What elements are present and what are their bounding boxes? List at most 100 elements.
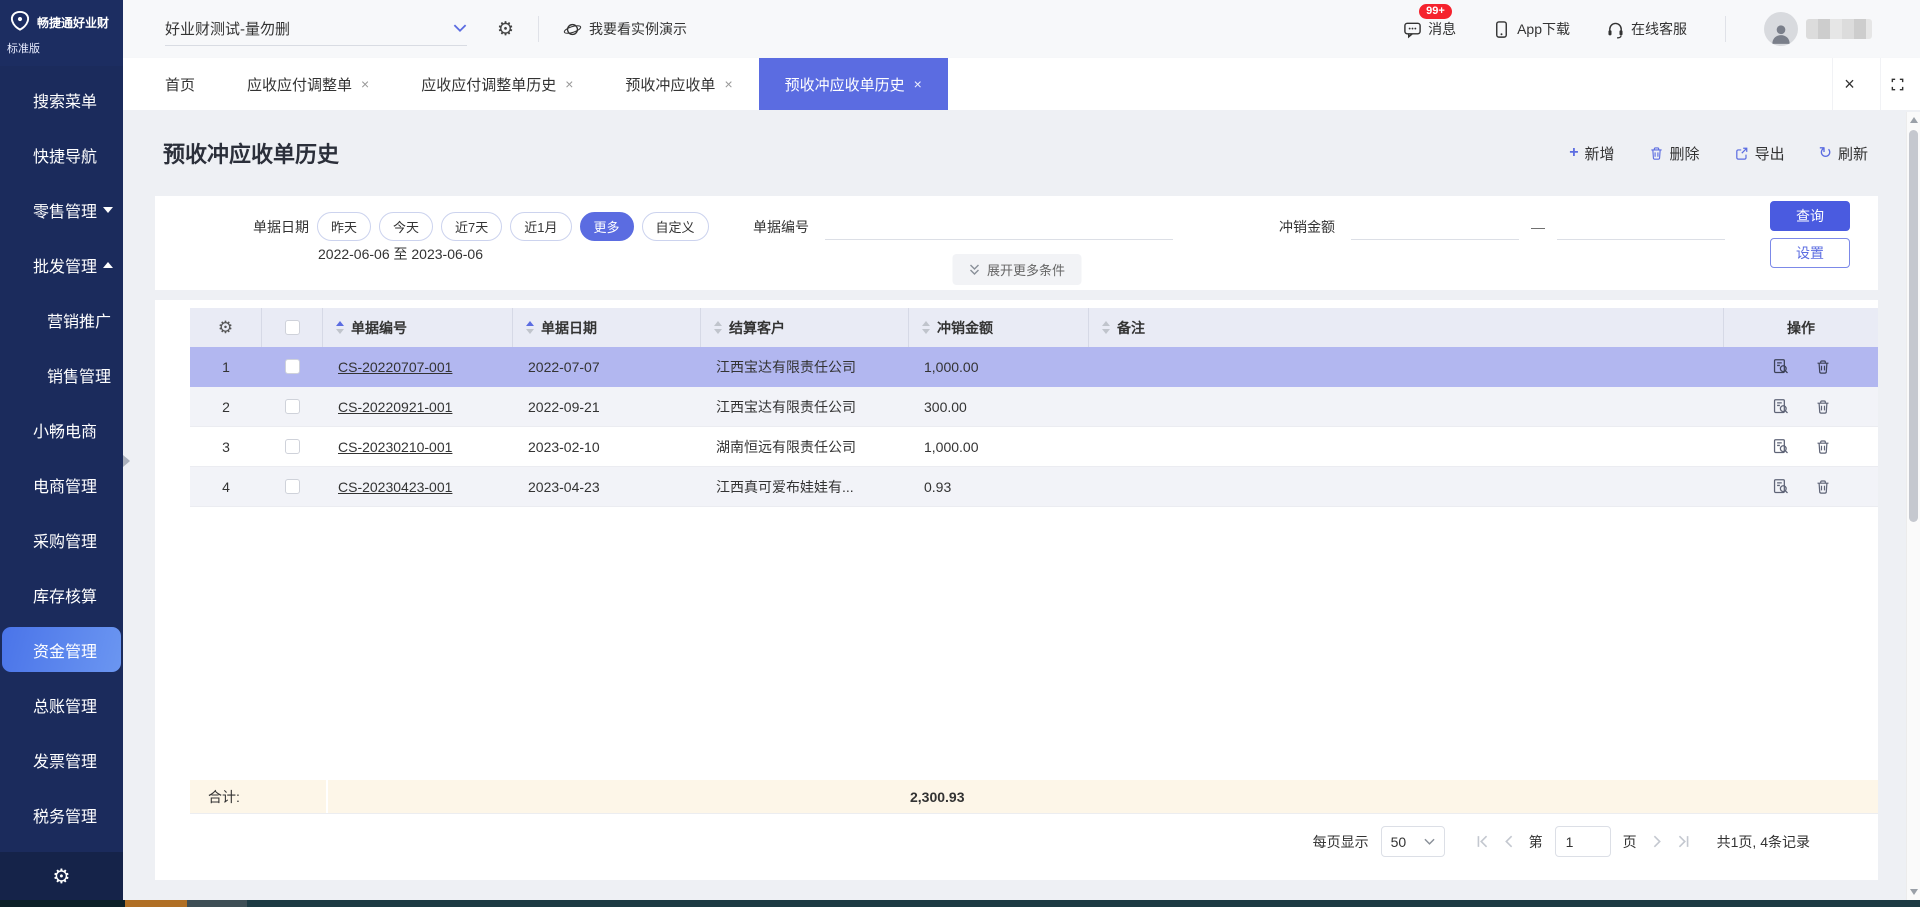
col-amount[interactable]: 冲销金额: [909, 308, 1089, 347]
sidebar-item-xiaochang-ecom[interactable]: 小畅电商: [0, 402, 123, 457]
col-bill-date[interactable]: 单据日期: [513, 308, 701, 347]
scrollbar-thumb[interactable]: [1909, 130, 1918, 522]
first-page-button[interactable]: [1475, 834, 1490, 849]
online-support-button[interactable]: 在线客服: [1606, 19, 1687, 39]
sidebar-item-marketing[interactable]: 营销推广: [0, 292, 123, 347]
sort-icons[interactable]: [336, 321, 344, 334]
sidebar-item-quick-nav[interactable]: 快捷导航: [0, 127, 123, 182]
amount-min-input[interactable]: [1351, 214, 1519, 240]
export-button[interactable]: 导出: [1734, 143, 1785, 164]
row-checkbox[interactable]: [262, 427, 323, 466]
sort-icons[interactable]: [1102, 321, 1110, 334]
settings-button[interactable]: 设置: [1770, 238, 1850, 268]
col-remark[interactable]: 备注: [1089, 308, 1724, 347]
tab-ar-ap-adjust-history[interactable]: 应收应付调整单历史 ×: [395, 58, 599, 110]
row-checkbox[interactable]: [262, 467, 323, 506]
tab-prepay-writeoff-history[interactable]: 预收冲应收单历史 ×: [758, 58, 948, 110]
select-all-checkbox[interactable]: [262, 308, 323, 347]
bill-no-input[interactable]: [825, 214, 1173, 240]
preset-more[interactable]: 更多: [579, 212, 634, 241]
preset-last1month[interactable]: 近1月: [510, 212, 572, 241]
demo-link[interactable]: 我要看实例演示: [563, 19, 687, 39]
sidebar-collapse-handle[interactable]: [123, 455, 130, 467]
bill-no-link[interactable]: CS-20230210-001: [338, 439, 452, 455]
col-bill-no[interactable]: 单据编号: [323, 308, 513, 347]
vertical-scrollbar[interactable]: [1906, 112, 1920, 900]
range-separator: —: [1531, 219, 1545, 235]
messages-button[interactable]: 99+ 消息: [1403, 4, 1456, 39]
amount-max-input[interactable]: [1557, 214, 1725, 240]
preset-custom[interactable]: 自定义: [641, 212, 709, 241]
row-checkbox[interactable]: [262, 387, 323, 426]
preset-last7days[interactable]: 近7天: [441, 212, 503, 241]
close-tab-icon[interactable]: ×: [724, 76, 732, 92]
table-row[interactable]: 1 CS-20220707-001 2022-07-07 江西宝达有限责任公司 …: [190, 347, 1878, 387]
sidebar-item-wholesale[interactable]: 批发管理: [0, 237, 123, 292]
sidebar-item-funds[interactable]: 资金管理: [2, 627, 121, 672]
sidebar-item-search-menu[interactable]: 搜索菜单: [0, 72, 123, 127]
close-all-tabs-button[interactable]: ×: [1832, 58, 1866, 110]
fullscreen-icon: [1890, 77, 1905, 92]
sort-icons[interactable]: [922, 321, 930, 334]
col-customer[interactable]: 结算客户: [701, 308, 909, 347]
sidebar-settings-button[interactable]: ⚙: [0, 852, 123, 900]
last-page-button[interactable]: [1676, 834, 1691, 849]
scroll-down-arrow-icon[interactable]: [1910, 889, 1918, 895]
bill-no-link[interactable]: CS-20230423-001: [338, 479, 452, 495]
search-button[interactable]: 查询: [1770, 201, 1850, 231]
sidebar-item-ecom[interactable]: 电商管理: [0, 457, 123, 512]
sidebar-item-sales[interactable]: 销售管理: [0, 347, 123, 402]
close-tab-icon[interactable]: ×: [565, 76, 573, 92]
settings-gear-button[interactable]: ⚙: [497, 18, 514, 41]
sidebar-item-purchase[interactable]: 采购管理: [0, 512, 123, 567]
demo-link-label: 我要看实例演示: [589, 21, 688, 37]
bill-no-link[interactable]: CS-20220921-001: [338, 399, 452, 415]
prev-page-button[interactable]: [1502, 834, 1517, 849]
delete-row-icon[interactable]: [1815, 399, 1831, 415]
fullscreen-button[interactable]: [1880, 58, 1914, 110]
table-row[interactable]: 2 CS-20220921-001 2022-09-21 江西宝达有限责任公司 …: [190, 387, 1878, 427]
column-settings-button[interactable]: ⚙: [190, 308, 262, 347]
refresh-button[interactable]: ↻ 刷新: [1819, 143, 1868, 164]
delete-row-icon[interactable]: [1815, 359, 1831, 375]
account-selector[interactable]: 好业财测试-量勿删: [165, 12, 467, 46]
next-page-button[interactable]: [1649, 834, 1664, 849]
sidebar-item-retail[interactable]: 零售管理: [0, 182, 123, 237]
sidebar-item-inventory[interactable]: 库存核算: [0, 567, 123, 622]
per-page-select[interactable]: 50: [1380, 826, 1445, 857]
sidebar-item-invoice[interactable]: 发票管理: [0, 732, 123, 787]
view-detail-icon[interactable]: [1772, 478, 1789, 495]
view-detail-icon[interactable]: [1772, 398, 1789, 415]
view-detail-icon[interactable]: [1772, 358, 1789, 375]
trash-icon: [1649, 146, 1664, 161]
preset-yesterday[interactable]: 昨天: [317, 212, 372, 241]
sidebar-item-general-ledger[interactable]: 总账管理: [0, 677, 123, 732]
tab-ar-ap-adjust[interactable]: 应收应付调整单 ×: [221, 58, 395, 110]
close-tab-icon[interactable]: ×: [914, 76, 922, 92]
app-download-button[interactable]: App下载: [1492, 19, 1570, 39]
view-detail-icon[interactable]: [1772, 438, 1789, 455]
sidebar-item-tax[interactable]: 税务管理: [0, 787, 123, 842]
user-profile[interactable]: [1764, 12, 1872, 46]
row-checkbox[interactable]: [262, 347, 323, 386]
close-tab-icon[interactable]: ×: [361, 76, 369, 92]
add-button[interactable]: + 新增: [1569, 143, 1614, 164]
sort-icons[interactable]: [526, 321, 534, 334]
table-row[interactable]: 4 CS-20230423-001 2023-04-23 江西真可爱布娃娃有..…: [190, 467, 1878, 507]
bill-date-cell: 2022-07-07: [528, 358, 600, 375]
expand-more-conditions[interactable]: 展开更多条件: [951, 254, 1082, 285]
sort-icons[interactable]: [714, 321, 722, 334]
bill-no-link[interactable]: CS-20220707-001: [338, 359, 452, 375]
table-row[interactable]: 3 CS-20230210-001 2023-02-10 湖南恒远有限责任公司 …: [190, 427, 1878, 467]
delete-button[interactable]: 删除: [1649, 143, 1700, 164]
delete-row-icon[interactable]: [1815, 439, 1831, 455]
page-prefix: 第: [1528, 833, 1543, 850]
scroll-up-arrow-icon[interactable]: [1910, 117, 1918, 123]
page-number-input[interactable]: 1: [1554, 826, 1611, 857]
delete-row-icon[interactable]: [1815, 479, 1831, 495]
per-page-label: 每页显示: [1312, 833, 1369, 850]
tab-prepay-writeoff[interactable]: 预收冲应收单 ×: [599, 58, 758, 110]
preset-today[interactable]: 今天: [379, 212, 434, 241]
date-range-value[interactable]: 2022-06-06 至 2023-06-06: [318, 244, 483, 264]
tab-home[interactable]: 首页: [139, 58, 221, 110]
